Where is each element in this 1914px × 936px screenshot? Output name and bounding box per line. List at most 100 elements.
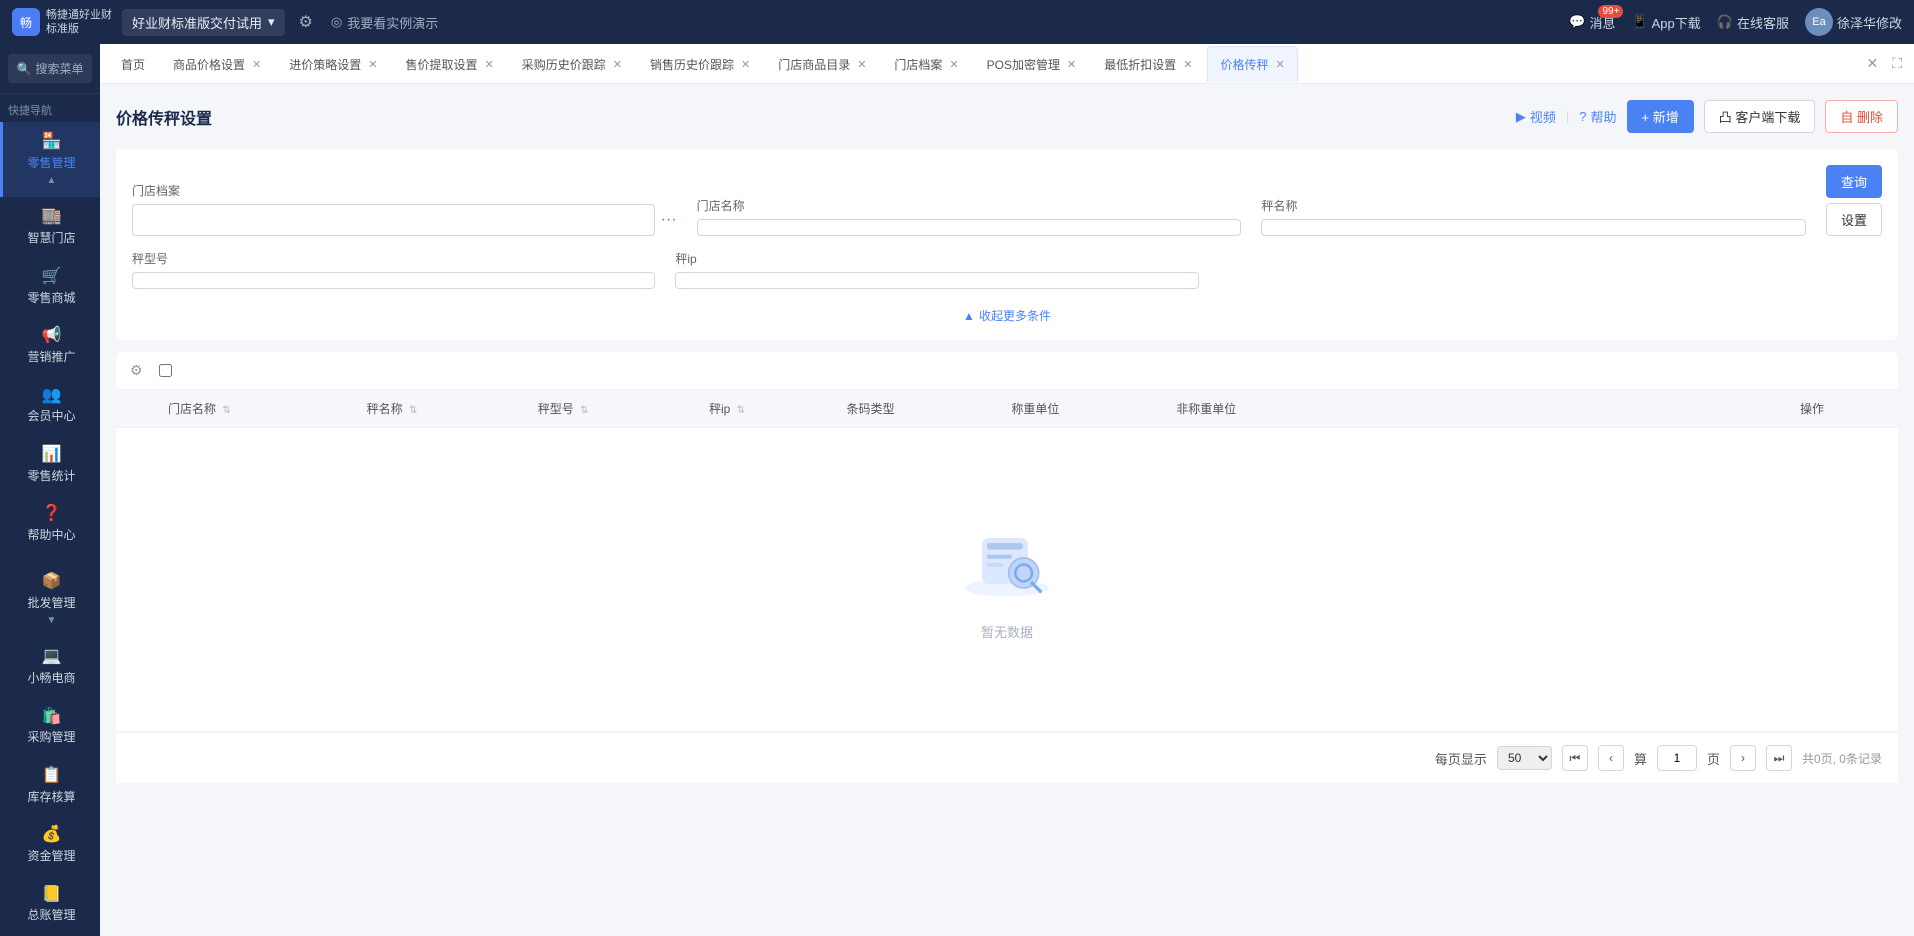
sidebar-item-member[interactable]: 👥 会员中心 [0, 376, 100, 435]
tab-min-discount[interactable]: 最低折扣设置 ✕ [1091, 46, 1205, 82]
collapse-more-btn[interactable]: ▲ 收起更多条件 [132, 303, 1882, 324]
tab-store-profile[interactable]: 门店档案 ✕ [881, 46, 971, 82]
tab-purchase-strategy[interactable]: 进价策略设置 ✕ [276, 46, 390, 82]
tab-label: 价格传秤 [1220, 56, 1268, 73]
tab-purchase-history[interactable]: 采购历史价跟踪 ✕ [509, 46, 635, 82]
smart-store-icon: 🏬 [42, 207, 62, 228]
page-total: 共0页, 0条记录 [1802, 750, 1882, 767]
tab-goods-price[interactable]: 商品价格设置 ✕ [160, 46, 274, 82]
tab-close-icon[interactable]: ✕ [1067, 58, 1076, 71]
store-name-input[interactable] [697, 219, 1242, 236]
top-actions: 💬 消息 99+ 📱 App下载 🎧 在线客服 Ea 徐泽华修改 [1569, 8, 1902, 36]
th-scale-model: 秤型号 ⇅ [526, 390, 697, 428]
table-gear-icon[interactable]: ⚙ [130, 362, 143, 379]
message-btn[interactable]: 💬 消息 99+ [1569, 13, 1615, 32]
tab-price-scale[interactable]: 价格传秤 ✕ [1207, 46, 1297, 82]
online-service-btn[interactable]: 🎧 在线客服 [1717, 13, 1789, 32]
help-link[interactable]: ? 帮助 [1579, 107, 1616, 126]
search-icon: 🔍 [17, 62, 32, 76]
config-icon[interactable]: ⚙ [299, 12, 313, 32]
sidebar-item-purchase[interactable]: 🛍️ 采购管理 [0, 697, 100, 756]
tab-close-icon[interactable]: ✕ [613, 58, 622, 71]
scale-name-label: 秤名称 [1261, 197, 1806, 214]
sidebar-item-retail[interactable]: 🏪 零售管理 ▲ [0, 122, 100, 197]
delete-btn[interactable]: 自 删除 [1825, 100, 1898, 133]
table-body: 暂无数据 [116, 428, 1898, 732]
th-weight-unit: 称重单位 [999, 390, 1164, 428]
tab-label: 采购历史价跟踪 [522, 56, 606, 73]
sidebar-item-retail-stats[interactable]: 📊 零售统计 [0, 435, 100, 494]
sidebar-item-smart-store[interactable]: 🏬 智慧门店 [0, 197, 100, 256]
sidebar-item-label: 小畅电商 [27, 671, 75, 687]
store-profile-ellipsis-btn[interactable]: ··· [661, 211, 677, 229]
page-header-actions: ▶ 视频 | ? 帮助 + 新增 凸 客户端下载 自 删除 [1516, 100, 1898, 133]
tab-close-icon[interactable]: ✕ [949, 58, 958, 71]
demo-link[interactable]: ◎ 我要看实例演示 [331, 13, 438, 32]
th-operation: 操作 [1788, 390, 1898, 428]
divider: | [1566, 109, 1569, 124]
last-page-btn[interactable]: ⏭ [1766, 745, 1792, 771]
app-container: 畅 畅捷通好业财 标准版 好业财标准版交付试用 ▾ ⚙ ◎ 我要看实例演示 💬 … [0, 0, 1914, 936]
page-size-select[interactable]: 10 20 50 100 [1497, 746, 1552, 770]
page-number-input[interactable] [1657, 745, 1697, 771]
sidebar-item-small-ecom[interactable]: 💻 小畅电商 [0, 637, 100, 696]
client-download-btn[interactable]: 凸 客户端下载 [1704, 100, 1816, 133]
tab-close-icon[interactable]: ✕ [1183, 58, 1192, 71]
prev-page-btn[interactable]: ‹ [1598, 745, 1624, 771]
page-title: 价格传秤设置 [116, 105, 212, 129]
sidebar-item-marketing[interactable]: 📢 营销推广 [0, 316, 100, 375]
sidebar-item-help[interactable]: ❓ 帮助中心 [0, 494, 100, 553]
query-btn[interactable]: 查询 [1826, 165, 1882, 198]
tab-close-icon[interactable]: ✕ [741, 58, 750, 71]
tab-label: POS加密管理 [987, 56, 1060, 73]
tab-sales-history[interactable]: 销售历史价跟踪 ✕ [637, 46, 763, 82]
th-checkbox [116, 390, 156, 428]
tab-close-icon[interactable]: ✕ [1275, 58, 1284, 71]
scale-name-input[interactable] [1261, 219, 1806, 236]
app-download-icon: 📱 [1631, 14, 1647, 30]
wholesale-icon: 📦 [42, 572, 62, 593]
tab-home[interactable]: 首页 [108, 46, 158, 82]
fullscreen-tab-btn[interactable]: ⛶ [1888, 51, 1906, 76]
sort-icon: ⇅ [409, 405, 417, 416]
video-link[interactable]: ▶ 视频 [1516, 107, 1556, 126]
tab-close-icon[interactable]: ✕ [368, 58, 377, 71]
purchase-icon: 🛍️ [42, 707, 62, 728]
empty-cell: 暂无数据 [116, 428, 1898, 732]
sidebar: 🔍 搜索菜单 快捷导航 🏪 零售管理 ▲ 🏬 智慧门店 🛒 零售商城 📢 营销推… [0, 44, 100, 936]
next-page-btn[interactable]: › [1730, 745, 1756, 771]
filter-scale-ip: 秤ip [675, 250, 1198, 289]
sidebar-item-finance[interactable]: 💰 资金管理 [0, 815, 100, 874]
sidebar-item-wholesale[interactable]: 📦 批发管理 ▼ [0, 562, 100, 637]
sidebar-item-retail-mall[interactable]: 🛒 零售商城 [0, 257, 100, 316]
demo-circle-icon: ◎ [331, 14, 342, 30]
store-profile-input[interactable] [132, 204, 655, 236]
main-layout: 🔍 搜索菜单 快捷导航 🏪 零售管理 ▲ 🏬 智慧门店 🛒 零售商城 📢 营销推… [0, 44, 1914, 936]
tab-close-icon[interactable]: ✕ [485, 58, 494, 71]
dropdown-arrow-icon: ▾ [268, 14, 275, 30]
app-download-btn[interactable]: 📱 App下载 [1631, 13, 1700, 32]
close-tab-btn[interactable]: ✕ [1862, 51, 1882, 76]
user-menu[interactable]: Ea 徐泽华修改 [1805, 8, 1902, 36]
version-dropdown[interactable]: 好业财标准版交付试用 ▾ [122, 9, 285, 36]
page-label: 算 [1634, 749, 1647, 768]
scale-ip-input[interactable] [675, 272, 1198, 289]
th-barcode-type: 条码类型 [835, 390, 1000, 428]
select-all-checkbox[interactable] [159, 364, 172, 377]
scale-model-input[interactable] [132, 272, 655, 289]
tab-sale-price[interactable]: 售价提取设置 ✕ [392, 46, 506, 82]
tab-store-catalog[interactable]: 门店商品目录 ✕ [765, 46, 879, 82]
tab-pos-management[interactable]: POS加密管理 ✕ [974, 46, 1090, 82]
settings-btn[interactable]: 设置 [1826, 203, 1882, 236]
tab-close-icon[interactable]: ✕ [252, 58, 261, 71]
sidebar-item-label: 零售商城 [27, 291, 75, 307]
th-scale-name: 秤名称 ⇅ [355, 390, 526, 428]
sidebar-item-label: 总账管理 [27, 908, 75, 924]
search-menu-btn[interactable]: 🔍 搜索菜单 [8, 54, 92, 83]
filter-scale-name: 秤名称 [1261, 197, 1806, 236]
add-btn[interactable]: + 新增 [1627, 100, 1694, 133]
sidebar-item-general-ledger[interactable]: 📒 总账管理 [0, 875, 100, 934]
tab-close-icon[interactable]: ✕ [857, 58, 866, 71]
sidebar-item-inventory[interactable]: 📋 库存核算 [0, 756, 100, 815]
first-page-btn[interactable]: ⏮ [1562, 745, 1588, 771]
